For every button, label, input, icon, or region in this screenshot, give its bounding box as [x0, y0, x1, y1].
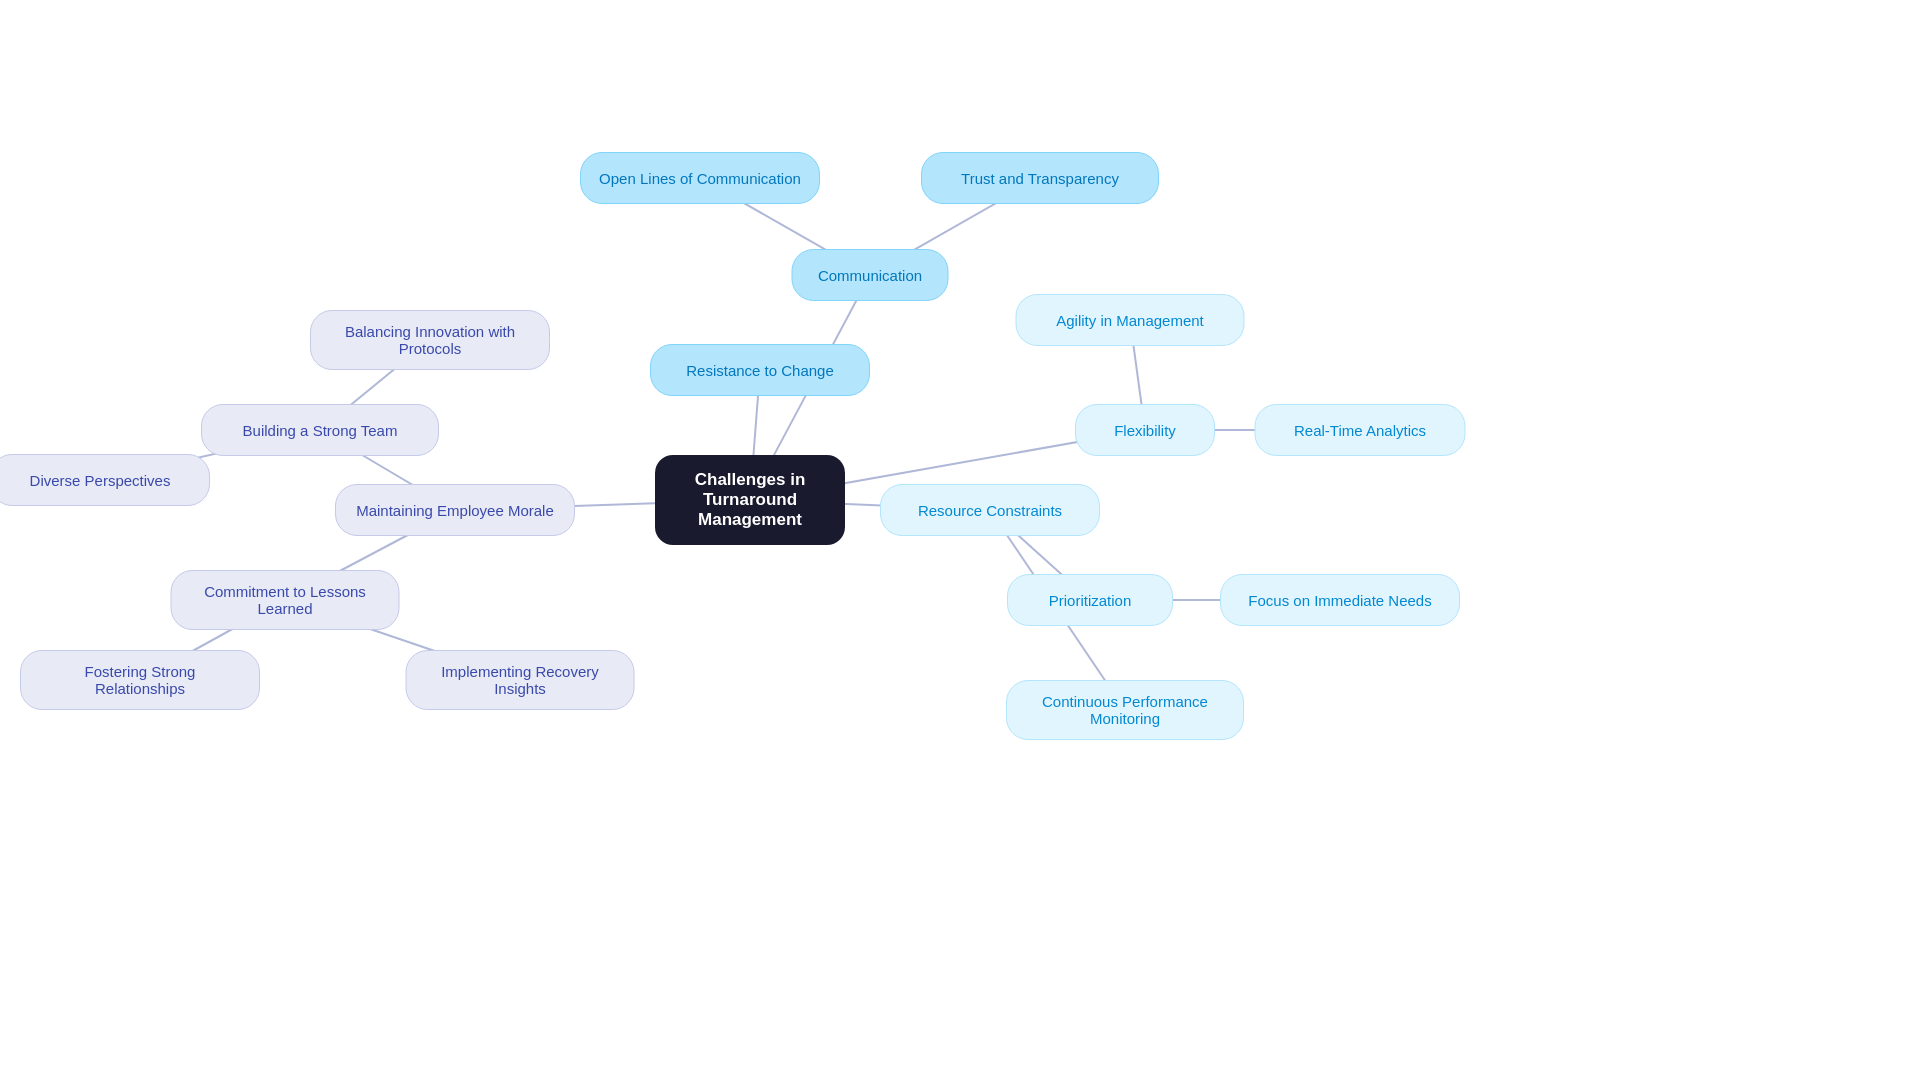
node-resource-constraints[interactable]: Resource Constraints [880, 484, 1100, 536]
node-commitment[interactable]: Commitment to Lessons Learned [171, 570, 400, 630]
node-realtime[interactable]: Real-Time Analytics [1255, 404, 1466, 456]
node-center[interactable]: Challenges in Turnaround Management [655, 455, 845, 545]
node-prioritization[interactable]: Prioritization [1007, 574, 1173, 626]
node-communication[interactable]: Communication [792, 249, 949, 301]
node-continuous-perf[interactable]: Continuous Performance Monitoring [1006, 680, 1244, 740]
node-diverse[interactable]: Diverse Perspectives [0, 454, 210, 506]
node-fostering[interactable]: Fostering Strong Relationships [20, 650, 260, 710]
mindmap-canvas: Challenges in Turnaround Management Commu… [0, 0, 1920, 1083]
node-focus-immediate[interactable]: Focus on Immediate Needs [1220, 574, 1460, 626]
node-trust[interactable]: Trust and Transparency [921, 152, 1159, 204]
node-maintaining-morale[interactable]: Maintaining Employee Morale [335, 484, 575, 536]
node-open-lines[interactable]: Open Lines of Communication [580, 152, 820, 204]
node-agility[interactable]: Agility in Management [1016, 294, 1245, 346]
node-flexibility[interactable]: Flexibility [1075, 404, 1215, 456]
node-resistance[interactable]: Resistance to Change [650, 344, 870, 396]
node-implementing[interactable]: Implementing Recovery Insights [406, 650, 635, 710]
node-balancing[interactable]: Balancing Innovation with Protocols [310, 310, 550, 370]
node-building-team[interactable]: Building a Strong Team [201, 404, 439, 456]
